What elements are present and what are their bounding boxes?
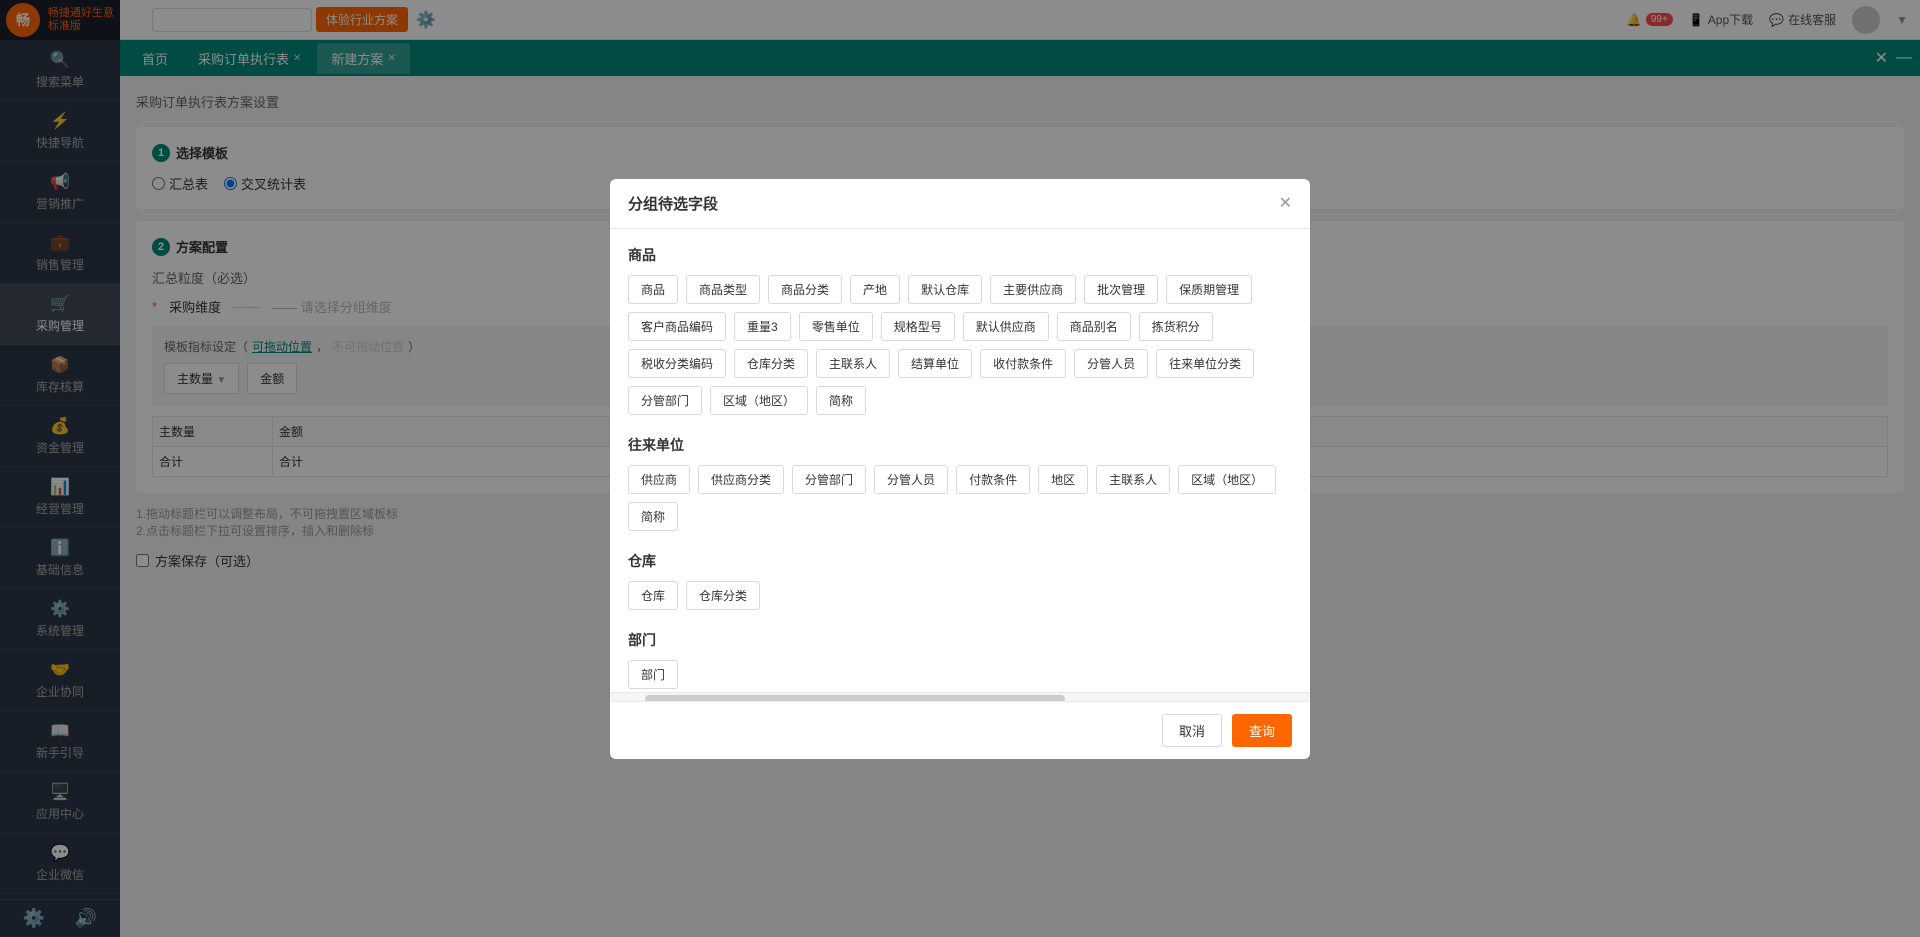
modal-horizontal-scrollbar[interactable] [610, 692, 1310, 700]
modal-hscroll-thumb[interactable] [645, 695, 1065, 700]
field-customer-code[interactable]: 客户商品编码 [628, 312, 726, 341]
field-payment-terms[interactable]: 收付款条件 [980, 349, 1066, 378]
field-select-modal: 分组待选字段 ✕ 商品 商品 商品类型 商品分类 产地 默认仓库 主要供应商 批… [610, 179, 1310, 759]
section-goods-title: 商品 [628, 245, 1292, 265]
field-short-name-goods[interactable]: 简称 [816, 386, 866, 415]
field-retail-unit[interactable]: 零售单位 [799, 312, 873, 341]
field-dept-mgmt[interactable]: 分管部门 [628, 386, 702, 415]
field-goods-category[interactable]: 商品分类 [768, 275, 842, 304]
field-tax-code[interactable]: 税收分类编码 [628, 349, 726, 378]
field-supplier[interactable]: 供应商 [628, 465, 690, 494]
field-goods-alias[interactable]: 商品别名 [1057, 312, 1131, 341]
section-warehouse: 仓库 仓库 仓库分类 [628, 551, 1292, 610]
field-warehouse[interactable]: 仓库 [628, 581, 678, 610]
field-supervisor-partner[interactable]: 分管人员 [874, 465, 948, 494]
field-region-goods[interactable]: 区域（地区） [710, 386, 808, 415]
field-default-warehouse[interactable]: 默认仓库 [908, 275, 982, 304]
field-supplier-category[interactable]: 供应商分类 [698, 465, 784, 494]
field-warehouse-cat[interactable]: 仓库分类 [686, 581, 760, 610]
section-dept-title: 部门 [628, 630, 1292, 650]
modal-confirm-btn[interactable]: 查询 [1232, 714, 1292, 747]
field-spec-model[interactable]: 规格型号 [881, 312, 955, 341]
modal-cancel-btn[interactable]: 取消 [1162, 714, 1222, 747]
field-settlement-unit[interactable]: 结算单位 [898, 349, 972, 378]
field-partner-category[interactable]: 往来单位分类 [1156, 349, 1254, 378]
field-payment-cond[interactable]: 付款条件 [956, 465, 1030, 494]
field-origin[interactable]: 产地 [850, 275, 900, 304]
field-weight[interactable]: 重量3 [734, 312, 791, 341]
field-default-supplier[interactable]: 默认供应商 [963, 312, 1049, 341]
modal-header: 分组待选字段 ✕ [610, 179, 1310, 229]
section-partner: 往来单位 供应商 供应商分类 分管部门 分管人员 付款条件 地区 主联系人 区域… [628, 435, 1292, 531]
section-goods-tags: 商品 商品类型 商品分类 产地 默认仓库 主要供应商 批次管理 保质期管理 客户… [628, 275, 1292, 415]
field-region-partner[interactable]: 区域（地区） [1178, 465, 1276, 494]
section-goods: 商品 商品 商品类型 商品分类 产地 默认仓库 主要供应商 批次管理 保质期管理… [628, 245, 1292, 415]
field-pick-points[interactable]: 拣货积分 [1139, 312, 1213, 341]
field-warehouse-category[interactable]: 仓库分类 [734, 349, 808, 378]
field-main-contact-partner[interactable]: 主联系人 [1096, 465, 1170, 494]
field-main-supplier[interactable]: 主要供应商 [990, 275, 1076, 304]
modal-overlay: 分组待选字段 ✕ 商品 商品 商品类型 商品分类 产地 默认仓库 主要供应商 批… [0, 0, 1920, 937]
section-partner-tags: 供应商 供应商分类 分管部门 分管人员 付款条件 地区 主联系人 区域（地区） … [628, 465, 1292, 531]
section-dept-tags: 部门 [628, 660, 1292, 689]
modal-body: 商品 商品 商品类型 商品分类 产地 默认仓库 主要供应商 批次管理 保质期管理… [610, 229, 1310, 693]
field-goods[interactable]: 商品 [628, 275, 678, 304]
field-shelf-life[interactable]: 保质期管理 [1166, 275, 1252, 304]
section-dept: 部门 部门 [628, 630, 1292, 689]
field-main-contact[interactable]: 主联系人 [816, 349, 890, 378]
modal-footer: 取消 查询 [610, 701, 1310, 759]
field-supervisor[interactable]: 分管人员 [1074, 349, 1148, 378]
section-warehouse-title: 仓库 [628, 551, 1292, 571]
field-dept-partner[interactable]: 分管部门 [792, 465, 866, 494]
section-warehouse-tags: 仓库 仓库分类 [628, 581, 1292, 610]
field-area[interactable]: 地区 [1038, 465, 1088, 494]
field-goods-type[interactable]: 商品类型 [686, 275, 760, 304]
modal-close-btn[interactable]: ✕ [1279, 193, 1292, 213]
field-dept[interactable]: 部门 [628, 660, 678, 689]
modal-title: 分组待选字段 [628, 193, 718, 214]
section-partner-title: 往来单位 [628, 435, 1292, 455]
field-short-name-partner[interactable]: 简称 [628, 502, 678, 531]
field-batch-mgmt[interactable]: 批次管理 [1084, 275, 1158, 304]
